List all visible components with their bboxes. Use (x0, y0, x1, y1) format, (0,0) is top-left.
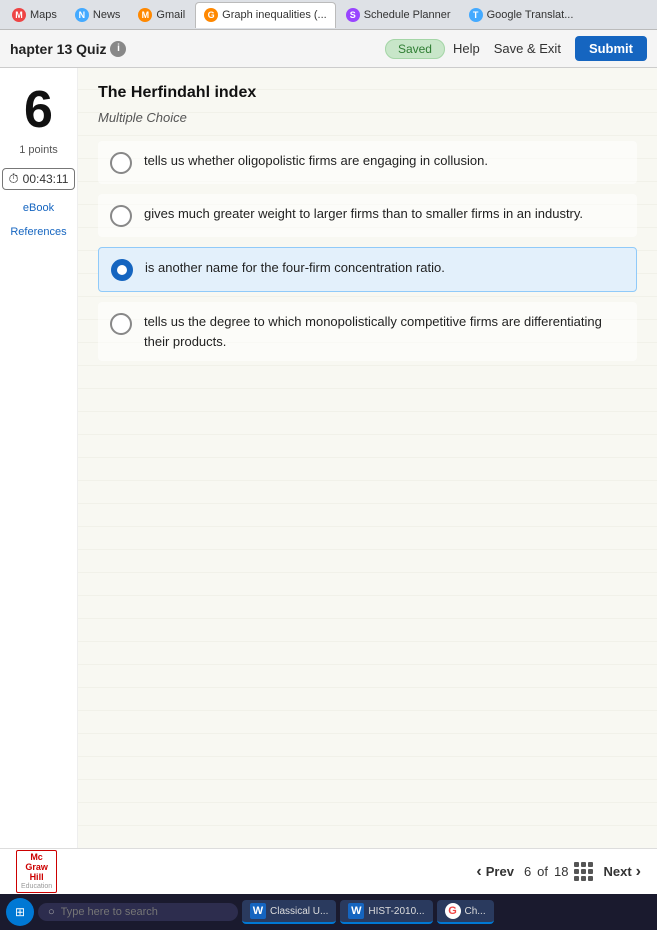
footer: Mc Graw Hill Education ‹ Prev 6 of 18 (0, 848, 657, 894)
grid-dot-5 (581, 869, 586, 874)
current-page: 6 (524, 864, 531, 879)
option-b-radio[interactable] (110, 205, 132, 227)
grid-dot-1 (574, 862, 579, 867)
save-exit-button[interactable]: Save & Exit (494, 41, 561, 56)
option-b-text: gives much greater weight to larger firm… (144, 204, 583, 224)
tab-gmail[interactable]: M Gmail (130, 2, 193, 28)
toolbar: hapter 13 Quiz i Saved Help Save & Exit … (0, 30, 657, 68)
footer-logo: Mc Graw Hill Education (16, 850, 57, 893)
option-d[interactable]: tells us the degree to which monopolisti… (98, 302, 637, 361)
main-area: 6 1 points ⏱ 00:43:11 eBook References T… (0, 68, 657, 848)
translate-icon: T (469, 8, 483, 22)
taskbar-apps: W Classical U... W HIST-2010... G Ch... (242, 900, 651, 924)
news-icon: N (75, 8, 89, 22)
grid-dot-4 (574, 869, 579, 874)
tab-schedule[interactable]: S Schedule Planner (338, 2, 459, 28)
submit-button[interactable]: Submit (575, 36, 647, 61)
saved-badge: Saved (385, 39, 445, 59)
prev-chevron-icon: ‹ (476, 863, 481, 881)
maps-icon: M (12, 8, 26, 22)
grid-dot-6 (588, 869, 593, 874)
next-chevron-icon: › (636, 863, 641, 881)
option-c[interactable]: is another name for the four-firm concen… (98, 247, 637, 292)
option-a-radio[interactable] (110, 152, 132, 174)
tab-translate[interactable]: T Google Translat... (461, 2, 582, 28)
logo-hill: Hill (30, 873, 44, 883)
grid-dot-7 (574, 876, 579, 881)
page-of: of (537, 864, 548, 879)
taskbar: ⊞ ○ W Classical U... W HIST-2010... G Ch… (0, 894, 657, 930)
option-d-radio[interactable] (110, 313, 132, 335)
ch-app-label: Ch... (465, 906, 486, 917)
hist-app-icon: W (348, 903, 364, 919)
content-area: The Herfindahl index Multiple Choice tel… (78, 68, 657, 848)
tab-news[interactable]: N News (67, 2, 129, 28)
ch-app-icon: G (445, 903, 461, 919)
next-button[interactable]: Next › (603, 863, 641, 881)
sidebar: 6 1 points ⏱ 00:43:11 eBook References (0, 68, 78, 848)
browser-tab-bar: M Maps N News M Gmail G Graph inequaliti… (0, 0, 657, 30)
toolbar-right: Help Save & Exit Submit (453, 36, 647, 61)
classical-app-icon: W (250, 903, 266, 919)
option-d-text: tells us the degree to which monopolisti… (144, 312, 625, 351)
chapter-title: hapter 13 Quiz i (10, 41, 126, 57)
tab-graph-label: Graph inequalities (... (222, 9, 327, 21)
option-a-text: tells us whether oligopolistic firms are… (144, 151, 488, 171)
grid-dot-8 (581, 876, 586, 881)
prev-button[interactable]: ‹ Prev (476, 863, 514, 881)
logo-subtitle: Education (21, 883, 52, 891)
taskbar-app-ch[interactable]: G Ch... (437, 900, 494, 924)
grid-dot-9 (588, 876, 593, 881)
grid-dot-3 (588, 862, 593, 867)
tab-schedule-label: Schedule Planner (364, 9, 451, 21)
option-c-text: is another name for the four-firm concen… (145, 258, 445, 278)
toolbar-center: Saved (385, 41, 445, 56)
taskbar-app-classical[interactable]: W Classical U... (242, 900, 336, 924)
gmail-icon: M (138, 8, 152, 22)
option-c-radio[interactable] (111, 259, 133, 281)
tab-graph[interactable]: G Graph inequalities (... (195, 2, 336, 28)
search-icon: ○ (48, 906, 55, 918)
classical-app-label: Classical U... (270, 906, 328, 917)
tab-gmail-label: Gmail (156, 9, 185, 21)
help-button[interactable]: Help (453, 41, 480, 56)
timer-value: 00:43:11 (23, 172, 69, 186)
references-link[interactable]: References (10, 226, 66, 238)
page-info: 6 of 18 (524, 862, 594, 881)
question-topic: The Herfindahl index (98, 84, 637, 102)
grid-dot-2 (581, 862, 586, 867)
graph-icon: G (204, 8, 218, 22)
toolbar-left: hapter 13 Quiz i (10, 41, 377, 57)
next-label: Next (603, 864, 631, 879)
question-number: 6 (24, 84, 53, 136)
taskbar-app-hist[interactable]: W HIST-2010... (340, 900, 432, 924)
taskbar-search-box[interactable]: ○ (38, 903, 238, 921)
question-type: Multiple Choice (98, 110, 637, 125)
option-a[interactable]: tells us whether oligopolistic firms are… (98, 141, 637, 184)
schedule-icon: S (346, 8, 360, 22)
option-b[interactable]: gives much greater weight to larger firm… (98, 194, 637, 237)
windows-start-button[interactable]: ⊞ (6, 898, 34, 926)
tab-news-label: News (93, 9, 121, 21)
prev-label: Prev (486, 864, 514, 879)
grid-icon[interactable] (574, 862, 593, 881)
points-label: 1 points (19, 144, 58, 156)
footer-nav: ‹ Prev 6 of 18 Next › (476, 862, 641, 881)
total-pages: 18 (554, 864, 568, 879)
tab-translate-label: Google Translat... (487, 9, 574, 21)
hist-app-label: HIST-2010... (368, 906, 424, 917)
info-icon[interactable]: i (110, 41, 126, 57)
timer-box: ⏱ 00:43:11 (2, 168, 76, 190)
tab-maps[interactable]: M Maps (4, 2, 65, 28)
ebook-link[interactable]: eBook (23, 202, 54, 214)
options-list: tells us whether oligopolistic firms are… (98, 141, 637, 361)
timer-icon: ⏱ (9, 171, 19, 187)
tab-maps-label: Maps (30, 9, 57, 21)
chapter-title-text: hapter 13 Quiz (10, 41, 106, 57)
taskbar-search-input[interactable] (61, 906, 228, 918)
